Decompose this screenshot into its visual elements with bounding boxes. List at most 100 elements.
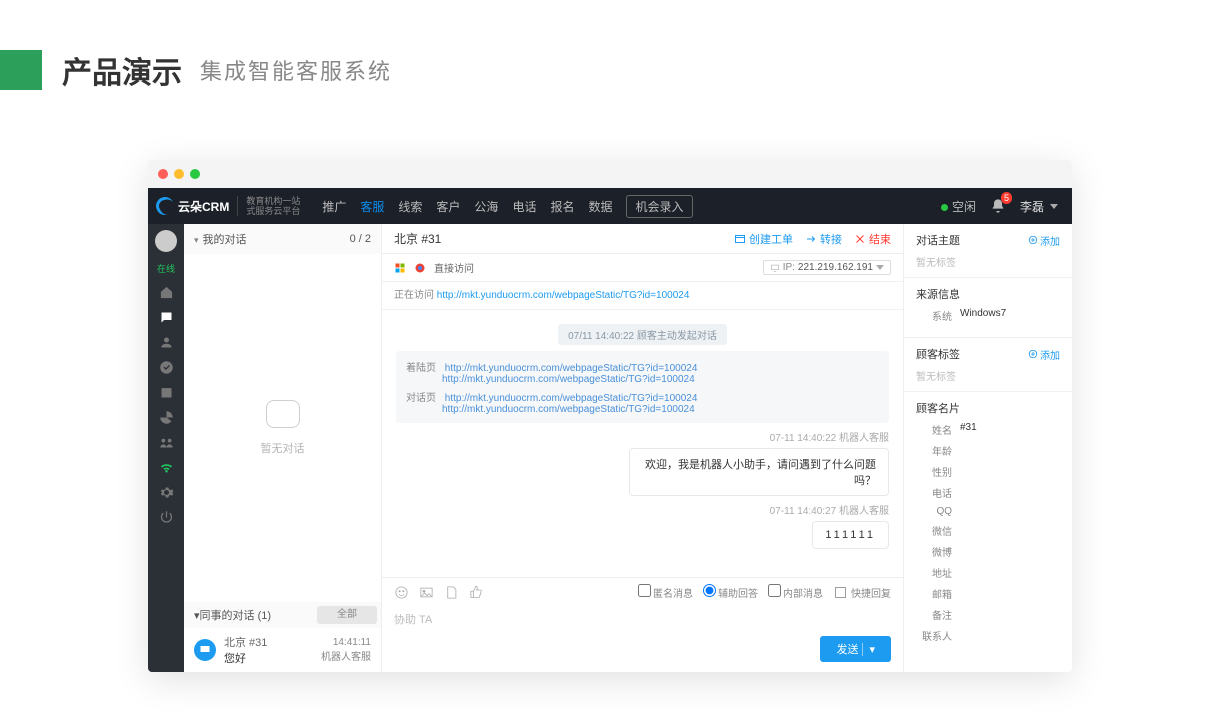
- right-sidebar: 对话主题添加 暂无标签 来源信息 系统Windows7 顾客标签添加 暂无标签 …: [904, 224, 1072, 672]
- empty-conversations: 暂无对话: [184, 254, 381, 602]
- send-button[interactable]: 发送▾: [820, 636, 891, 662]
- nav-promotion[interactable]: 推广: [322, 198, 346, 215]
- conversation-item[interactable]: 北京 #31 您好 14:41:11 机器人客服: [184, 628, 381, 672]
- nav-home[interactable]: [159, 285, 174, 300]
- topic-title: 对话主题: [916, 232, 960, 248]
- direct-visit-label: 直接访问: [434, 260, 474, 275]
- anon-checkbox[interactable]: 匿名消息: [638, 584, 693, 600]
- nav-calendar[interactable]: [159, 385, 174, 400]
- peer-conversations-header[interactable]: ▾同事的对话 (1) 全部: [184, 602, 381, 628]
- filter-all-button[interactable]: 全部: [317, 606, 377, 624]
- image-icon[interactable]: [419, 585, 434, 600]
- nav-chart[interactable]: [159, 410, 174, 425]
- chat-title: 北京 #31: [394, 230, 441, 247]
- nav-pool[interactable]: 公海: [474, 198, 498, 215]
- tag-title: 顾客标签: [916, 346, 960, 362]
- nav-user[interactable]: [159, 335, 174, 350]
- dialog-link-0[interactable]: http://mkt.yunduocrm.com/webpageStatic/T…: [445, 393, 698, 404]
- check-circle-icon: [159, 360, 174, 375]
- msg1-bubble: 欢迎，我是机器人小助手，请问遇到了什么问题吗？: [629, 448, 889, 496]
- create-ticket-button[interactable]: 创建工单: [734, 231, 793, 247]
- msg2-bubble: 111111: [812, 521, 889, 549]
- nav-chat[interactable]: [159, 310, 174, 325]
- wifi-icon: [159, 460, 174, 475]
- nav-data[interactable]: 数据: [588, 198, 612, 215]
- nav-service[interactable]: 客服: [360, 198, 384, 215]
- chevron-down-icon: [1050, 204, 1058, 209]
- plus-circle-icon: [1028, 235, 1038, 245]
- nav-leads[interactable]: 线索: [398, 198, 422, 215]
- brand-logo[interactable]: 云朵CRM 教育机构一站 式服务云平台: [148, 188, 308, 224]
- slide-subtitle: 集成智能客服系统: [200, 54, 392, 86]
- monitor-icon: [194, 639, 216, 661]
- accent-block: [0, 50, 42, 90]
- msg1-meta: 07-11 14:40:22 机器人客服: [396, 429, 889, 444]
- file-icon[interactable]: [444, 585, 459, 600]
- slide-title: 产品演示: [62, 48, 182, 92]
- ticket-icon: [734, 233, 746, 245]
- dialog-link-1[interactable]: http://mkt.yunduocrm.com/webpageStatic/T…: [442, 404, 695, 415]
- add-topic-button[interactable]: 添加: [1028, 233, 1060, 248]
- transfer-button[interactable]: 转接: [805, 231, 842, 247]
- plus-circle-icon: [1028, 349, 1038, 359]
- chat-icon: [159, 310, 174, 325]
- status-dot-icon: [941, 204, 948, 211]
- close-dot[interactable]: [158, 169, 168, 179]
- online-status: 在线: [157, 262, 175, 275]
- empty-chat-icon: [266, 400, 300, 428]
- internal-checkbox[interactable]: 内部消息: [768, 584, 823, 600]
- team-icon: [159, 435, 174, 450]
- pie-chart-icon: [159, 410, 174, 425]
- windows-icon: [394, 262, 406, 274]
- emoji-icon[interactable]: [394, 585, 409, 600]
- nav-items: 推广 客服 线索 客户 公海 电话 报名 数据 机会录入: [322, 195, 692, 218]
- top-nav: 云朵CRM 教育机构一站 式服务云平台 推广 客服 线索 客户 公海 电话 报名…: [148, 188, 1072, 224]
- home-icon: [159, 285, 174, 300]
- message-input[interactable]: [394, 614, 891, 626]
- brand-name: 云朵CRM: [178, 198, 229, 215]
- assist-radio[interactable]: 辅助回答: [703, 584, 758, 600]
- add-tag-button[interactable]: 添加: [1028, 347, 1060, 362]
- chrome-icon: [414, 262, 426, 274]
- user-name: 李磊: [1020, 198, 1044, 215]
- quick-reply-button[interactable]: 快捷回复: [833, 585, 891, 600]
- nav-enroll[interactable]: 报名: [550, 198, 574, 215]
- zoom-dot[interactable]: [190, 169, 200, 179]
- icon-sidebar: 在线: [148, 224, 184, 672]
- notifications-button[interactable]: 5: [990, 198, 1006, 214]
- nav-power[interactable]: [159, 510, 174, 525]
- nav-team[interactable]: [159, 435, 174, 450]
- source-title: 来源信息: [916, 286, 960, 302]
- ip-box: IP: 221.219.162.191: [763, 260, 891, 275]
- brand-tagline: 教育机构一站 式服务云平台: [237, 196, 300, 216]
- thumbs-up-icon[interactable]: [469, 585, 484, 600]
- gear-icon: [159, 485, 174, 500]
- nav-check[interactable]: [159, 360, 174, 375]
- nav-settings[interactable]: [159, 485, 174, 500]
- chevron-down-icon[interactable]: [876, 265, 884, 270]
- nav-wifi[interactable]: [159, 460, 174, 475]
- user-menu[interactable]: 李磊: [1020, 198, 1058, 215]
- my-conversations-header[interactable]: ▾我的对话 0 / 2: [184, 224, 381, 254]
- app-window: 云朵CRM 教育机构一站 式服务云平台 推广 客服 线索 客户 公海 电话 报名…: [148, 160, 1072, 672]
- chat-scroll[interactable]: 07/11 14:40:22 顾客主动发起对话 着陆页 http://mkt.y…: [382, 310, 903, 577]
- notif-badge: 5: [1001, 192, 1012, 204]
- record-opportunity-button[interactable]: 机会录入: [626, 195, 692, 218]
- card-title: 顾客名片: [916, 400, 960, 416]
- end-button[interactable]: 结束: [854, 231, 891, 247]
- msg2-meta: 07-11 14:40:27 机器人客服: [396, 502, 889, 517]
- landing-info-card: 着陆页 http://mkt.yunduocrm.com/webpageStat…: [396, 351, 889, 423]
- presence-status[interactable]: 空闲: [941, 198, 976, 215]
- quick-reply-icon: [833, 585, 848, 600]
- window-titlebar: [148, 160, 1072, 188]
- user-icon: [159, 335, 174, 350]
- visiting-link[interactable]: http://mkt.yunduocrm.com/webpageStatic/T…: [437, 290, 690, 301]
- nav-calls[interactable]: 电话: [512, 198, 536, 215]
- landing-link-0[interactable]: http://mkt.yunduocrm.com/webpageStatic/T…: [445, 363, 698, 374]
- logo-icon: [153, 194, 176, 217]
- landing-link-1[interactable]: http://mkt.yunduocrm.com/webpageStatic/T…: [442, 374, 695, 385]
- nav-customers[interactable]: 客户: [436, 198, 460, 215]
- user-avatar[interactable]: [155, 230, 177, 252]
- chat-toolbar: 匿名消息 辅助回答 内部消息 快捷回复: [382, 577, 903, 606]
- minimize-dot[interactable]: [174, 169, 184, 179]
